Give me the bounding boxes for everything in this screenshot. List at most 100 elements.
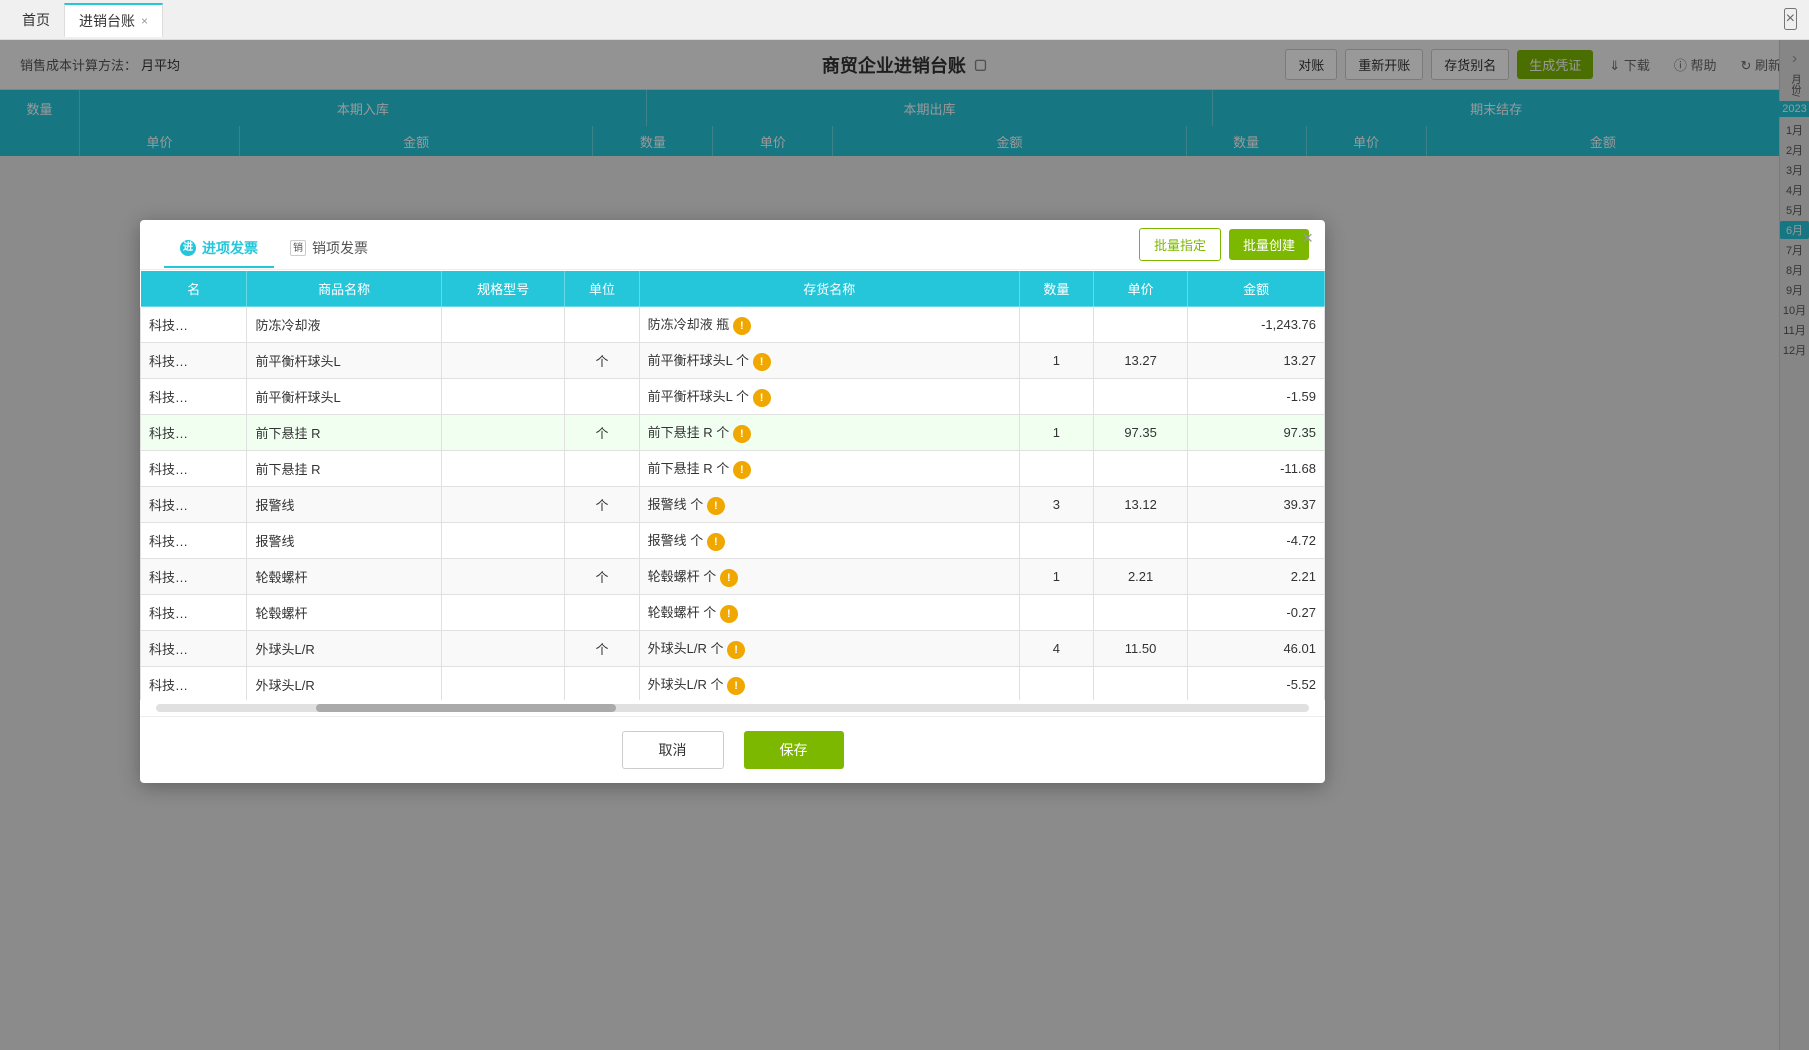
warning-icon: ! [753,353,771,371]
modal-action-buttons: 批量指定 批量创建 [1139,228,1309,269]
cell-unit [565,595,639,631]
table-row: 科技… 轮毂螺杆 个 轮毂螺杆 个 ! 1 2.21 2.21 [141,559,1325,595]
th-amount: 金额 [1188,271,1325,307]
cell-amount: -1,243.76 [1188,307,1325,343]
tab-incoming-invoice[interactable]: 进 进项发票 [164,230,274,268]
cell-inventory: 前下悬挂 R 个 ! [639,415,1019,451]
cell-quantity [1019,667,1093,701]
invoice-table: 名 商品名称 规格型号 单位 存货名称 数量 单价 金额 科技… 防冻冷却液 防… [140,270,1325,700]
th-unit-price: 单价 [1094,271,1188,307]
cell-unit: 个 [565,487,639,523]
cell-name: 科技… [141,307,247,343]
warning-icon: ! [733,317,751,335]
tab-outgoing-invoice[interactable]: 销 销项发票 [274,230,384,268]
table-row: 科技… 外球头L/R 外球头L/R 个 ! -5.52 [141,667,1325,701]
cell-product: 外球头L/R [247,631,441,667]
cell-amount: -0.27 [1188,595,1325,631]
cell-unit-price: 2.21 [1094,559,1188,595]
cell-amount: 2.21 [1188,559,1325,595]
cell-unit: 个 [565,415,639,451]
cell-name: 科技… [141,595,247,631]
th-product-name: 商品名称 [247,271,441,307]
cell-quantity [1019,523,1093,559]
warning-icon: ! [720,605,738,623]
cell-unit [565,667,639,701]
horizontal-scrollbar[interactable] [156,704,1309,712]
modal-close-button[interactable]: × [1302,228,1313,249]
cell-quantity: 4 [1019,631,1093,667]
table-row: 科技… 前下悬挂 R 个 前下悬挂 R 个 ! 1 97.35 97.35 [141,415,1325,451]
cell-name: 科技… [141,379,247,415]
cell-product: 前平衡杆球头L [247,379,441,415]
cell-spec [441,595,565,631]
warning-icon: ! [733,425,751,443]
cell-spec [441,487,565,523]
cell-inventory: 轮毂螺杆 个 ! [639,595,1019,631]
batch-assign-button[interactable]: 批量指定 [1139,228,1221,261]
cell-inventory: 前平衡杆球头L 个 ! [639,343,1019,379]
cell-unit: 个 [565,631,639,667]
cell-inventory: 前平衡杆球头L 个 ! [639,379,1019,415]
cell-quantity: 1 [1019,559,1093,595]
cell-unit [565,523,639,559]
cell-unit [565,379,639,415]
table-row: 科技… 防冻冷却液 防冻冷却液 瓶 ! -1,243.76 [141,307,1325,343]
cell-unit: 个 [565,343,639,379]
warning-icon: ! [707,497,725,515]
cell-name: 科技… [141,667,247,701]
cell-spec [441,451,565,487]
window-close-button[interactable]: × [1784,8,1797,30]
warning-icon: ! [753,389,771,407]
tab-close-icon[interactable]: × [141,14,148,28]
invoice-table-scroll[interactable]: 名 商品名称 规格型号 单位 存货名称 数量 单价 金额 科技… 防冻冷却液 防… [140,270,1325,700]
cell-unit-price [1094,523,1188,559]
cell-product: 前平衡杆球头L [247,343,441,379]
table-row: 科技… 前平衡杆球头L 前平衡杆球头L 个 ! -1.59 [141,379,1325,415]
scroll-thumb[interactable] [316,704,616,712]
cell-unit-price [1094,451,1188,487]
cell-product: 报警线 [247,523,441,559]
cell-quantity: 1 [1019,415,1093,451]
cell-spec [441,559,565,595]
cell-product: 轮毂螺杆 [247,559,441,595]
cell-inventory: 外球头L/R 个 ! [639,667,1019,701]
cell-product: 防冻冷却液 [247,307,441,343]
cell-spec [441,667,565,701]
cell-spec [441,415,565,451]
save-button[interactable]: 保存 [744,731,844,769]
batch-create-button[interactable]: 批量创建 [1229,229,1309,260]
cell-amount: 46.01 [1188,631,1325,667]
cell-unit-price [1094,379,1188,415]
cell-inventory: 报警线 个 ! [639,487,1019,523]
cell-unit-price [1094,307,1188,343]
cell-spec [441,343,565,379]
incoming-icon: 进 [180,240,196,256]
th-quantity: 数量 [1019,271,1093,307]
cell-product: 前下悬挂 R [247,451,441,487]
tab-home[interactable]: 首页 [8,4,64,36]
cell-amount: 97.35 [1188,415,1325,451]
table-row: 科技… 报警线 报警线 个 ! -4.72 [141,523,1325,559]
cell-inventory: 轮毂螺杆 个 ! [639,559,1019,595]
cell-unit-price [1094,667,1188,701]
warning-icon: ! [720,569,738,587]
cell-inventory: 防冻冷却液 瓶 ! [639,307,1019,343]
cell-spec [441,631,565,667]
cell-amount: -4.72 [1188,523,1325,559]
table-row: 科技… 前下悬挂 R 前下悬挂 R 个 ! -11.68 [141,451,1325,487]
cell-unit-price [1094,595,1188,631]
main-area: 销售成本计算方法： 月平均 商贸企业进销台账 ▢ 对账 重新开账 存货别名 生成… [0,40,1809,1050]
cell-amount: 39.37 [1188,487,1325,523]
cell-spec [441,379,565,415]
cell-name: 科技… [141,559,247,595]
cancel-button[interactable]: 取消 [622,731,724,769]
cell-inventory: 外球头L/R 个 ! [639,631,1019,667]
outgoing-icon: 销 [290,240,306,256]
modal-header: 进 进项发票 销 销项发票 批量指定 批量创建 × [140,220,1325,270]
cell-name: 科技… [141,343,247,379]
cell-unit-price: 13.27 [1094,343,1188,379]
tab-active[interactable]: 进销台账 × [64,3,163,37]
cell-spec [441,523,565,559]
warning-icon: ! [727,641,745,659]
incoming-label: 进项发票 [202,238,258,258]
